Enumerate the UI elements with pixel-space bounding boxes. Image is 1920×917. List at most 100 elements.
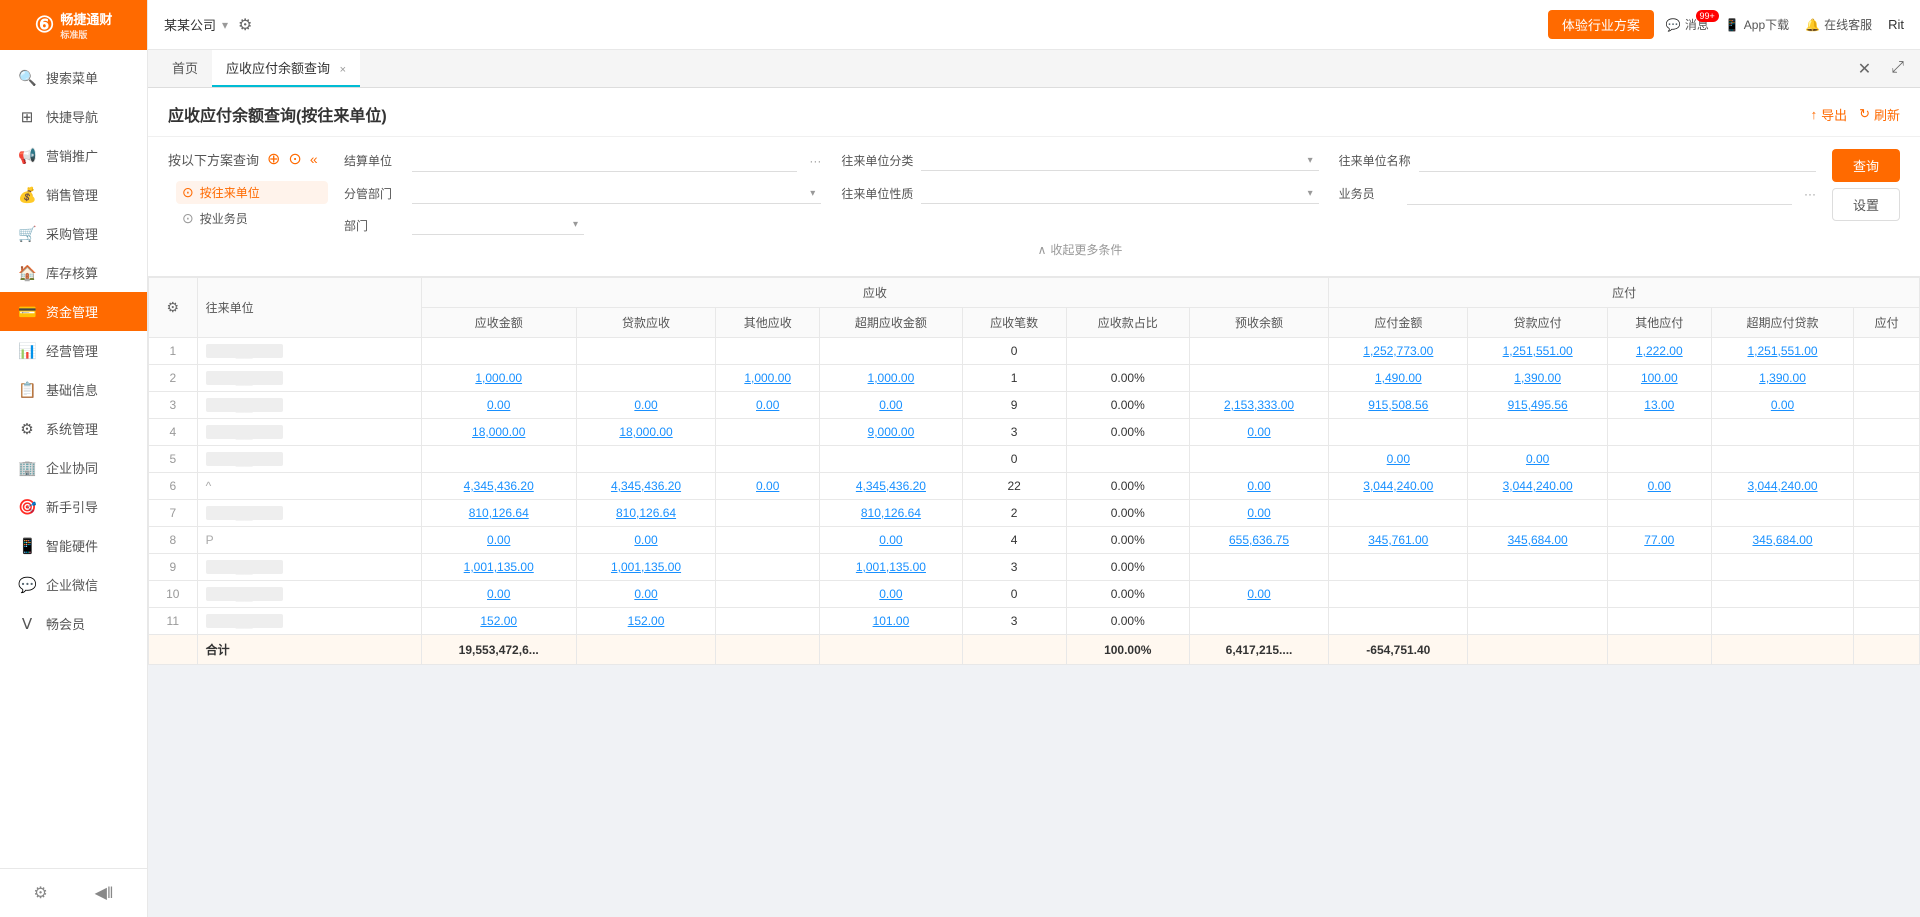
row-ar-amount[interactable]: 18,000.00 xyxy=(421,419,576,446)
table-gear-icon[interactable]: ⚙ xyxy=(167,299,180,315)
row-ap-overdue-loan[interactable]: 1,390.00 xyxy=(1711,365,1853,392)
row-ap-other[interactable]: 100.00 xyxy=(1607,365,1711,392)
row-ar-prepay[interactable]: 0.00 xyxy=(1189,473,1328,500)
row-ar-overdue[interactable]: 1,000.00 xyxy=(820,365,962,392)
row-ap-overdue-loan[interactable]: 345,684.00 xyxy=(1711,527,1853,554)
row-ap-other[interactable]: 77.00 xyxy=(1607,527,1711,554)
filter-add-icon[interactable]: ⊕ xyxy=(267,149,280,169)
export-button[interactable]: ↑ 导出 xyxy=(1811,105,1848,124)
row-ar-amount[interactable]: 810,126.64 xyxy=(421,500,576,527)
row-ar-amount[interactable]: 1,000.00 xyxy=(421,365,576,392)
header-gear-icon[interactable]: ⚙ xyxy=(234,11,256,39)
sidebar-item-member[interactable]: Ⅴ 畅会员 xyxy=(0,604,147,643)
row-ar-other[interactable]: 1,000.00 xyxy=(716,365,820,392)
row-ar-loan[interactable]: 0.00 xyxy=(576,527,715,554)
sidebar-footer-settings[interactable]: ⚙ xyxy=(29,879,51,907)
row-ar-overdue[interactable]: 0.00 xyxy=(820,527,962,554)
department-select[interactable]: ▾ xyxy=(412,215,584,235)
sidebar-item-wechat[interactable]: 💬 企业微信 xyxy=(0,565,147,604)
sidebar-item-operations[interactable]: 📊 经营管理 xyxy=(0,331,147,370)
row-ar-overdue[interactable]: 4,345,436.20 xyxy=(820,473,962,500)
row-ar-overdue[interactable]: 9,000.00 xyxy=(820,419,962,446)
salesperson-dots-icon[interactable]: ··· xyxy=(1804,187,1816,201)
sidebar-item-marketing[interactable]: 📢 营销推广 xyxy=(0,136,147,175)
query-button[interactable]: 查询 xyxy=(1832,149,1900,182)
row-ar-amount[interactable]: 0.00 xyxy=(421,527,576,554)
tab-close-icon[interactable]: × xyxy=(340,64,346,76)
row-ar-prepay[interactable]: 0.00 xyxy=(1189,581,1328,608)
row-ap-overdue-loan[interactable]: 3,044,240.00 xyxy=(1711,473,1853,500)
row-ap-loan[interactable]: 345,684.00 xyxy=(1468,527,1607,554)
row-ar-loan[interactable]: 0.00 xyxy=(576,392,715,419)
promo-button[interactable]: 体验行业方案 xyxy=(1548,10,1654,39)
row-ap-loan[interactable]: 1,251,551.00 xyxy=(1468,338,1607,365)
sidebar-item-enterprise[interactable]: 🏢 企业协同 xyxy=(0,448,147,487)
row-ar-prepay[interactable]: 0.00 xyxy=(1189,419,1328,446)
partner-category-select[interactable]: ▾ xyxy=(921,151,1318,171)
sidebar-collapse-btn[interactable]: ◀‖ xyxy=(91,879,118,907)
row-ap-amount[interactable]: 1,490.00 xyxy=(1329,365,1468,392)
tab-home[interactable]: 首页 xyxy=(158,50,212,87)
row-ar-other[interactable]: 0.00 xyxy=(716,473,820,500)
row-ar-overdue[interactable]: 0.00 xyxy=(820,581,962,608)
sidebar-item-system[interactable]: ⚙ 系统管理 xyxy=(0,409,147,448)
row-ar-loan[interactable]: 1,001,135.00 xyxy=(576,554,715,581)
row-ap-other[interactable]: 0.00 xyxy=(1607,473,1711,500)
sidebar-item-smarthw[interactable]: 📱 智能硬件 xyxy=(0,526,147,565)
settlement-input[interactable] xyxy=(412,149,797,172)
partner-nature-select[interactable]: ▾ xyxy=(921,184,1318,204)
row-ar-overdue[interactable]: 101.00 xyxy=(820,608,962,635)
tab-expand-icon[interactable]: ⤢ xyxy=(1885,57,1910,81)
row-ap-amount[interactable]: 915,508.56 xyxy=(1329,392,1468,419)
row-ar-prepay[interactable]: 0.00 xyxy=(1189,500,1328,527)
sidebar-item-quicknav[interactable]: ⊞ 快捷导航 xyxy=(0,97,147,136)
row-ap-other[interactable]: 1,222.00 xyxy=(1607,338,1711,365)
row-ap-amount[interactable]: 0.00 xyxy=(1329,446,1468,473)
tab-ar-ap-query[interactable]: 应收应付余额查询 × xyxy=(212,50,360,87)
row-ar-other[interactable]: 0.00 xyxy=(716,392,820,419)
row-ap-overdue-loan[interactable]: 1,251,551.00 xyxy=(1711,338,1853,365)
row-ar-amount[interactable]: 1,001,135.00 xyxy=(421,554,576,581)
row-ar-overdue[interactable]: 810,126.64 xyxy=(820,500,962,527)
sidebar-item-purchase[interactable]: 🛒 采购管理 xyxy=(0,214,147,253)
sidebar-item-guide[interactable]: 🎯 新手引导 xyxy=(0,487,147,526)
row-ar-overdue[interactable]: 1,001,135.00 xyxy=(820,554,962,581)
sidebar-item-finance[interactable]: 💳 资金管理 xyxy=(0,292,147,331)
row-ap-loan[interactable]: 915,495.56 xyxy=(1468,392,1607,419)
sidebar-item-basicinfo[interactable]: 📋 基础信息 xyxy=(0,370,147,409)
online-service-action[interactable]: 🔔 在线客服 xyxy=(1805,16,1872,33)
filter-option-by-salesperson[interactable]: ⊙ 按业务员 xyxy=(176,207,328,230)
row-ap-other[interactable]: 13.00 xyxy=(1607,392,1711,419)
refresh-button[interactable]: ↻ 刷新 xyxy=(1859,105,1900,124)
message-action[interactable]: 💬 消息 99+ xyxy=(1666,16,1709,33)
user-info[interactable]: Rit xyxy=(1888,17,1904,32)
filter-settings-icon[interactable]: ⊙ xyxy=(288,149,301,169)
salesperson-input[interactable] xyxy=(1407,182,1792,205)
row-ar-loan[interactable]: 810,126.64 xyxy=(576,500,715,527)
row-ar-loan[interactable]: 18,000.00 xyxy=(576,419,715,446)
row-ar-loan[interactable]: 0.00 xyxy=(576,581,715,608)
filter-collapse-bar[interactable]: ∧ 收起更多条件 xyxy=(344,235,1816,264)
app-download-action[interactable]: 📱 App下载 xyxy=(1725,16,1789,33)
row-ap-amount[interactable]: 1,252,773.00 xyxy=(1329,338,1468,365)
row-ap-loan[interactable]: 3,044,240.00 xyxy=(1468,473,1607,500)
tab-close-window-icon[interactable]: ✕ xyxy=(1852,57,1877,81)
filter-option-by-partner[interactable]: ⊙ 按往来单位 xyxy=(176,181,328,204)
row-ar-overdue[interactable]: 0.00 xyxy=(820,392,962,419)
sidebar-item-search[interactable]: 🔍 搜索菜单 xyxy=(0,58,147,97)
row-ap-amount[interactable]: 3,044,240.00 xyxy=(1329,473,1468,500)
partner-name-input[interactable] xyxy=(1419,149,1816,172)
row-ar-loan[interactable]: 4,345,436.20 xyxy=(576,473,715,500)
row-ar-amount[interactable]: 152.00 xyxy=(421,608,576,635)
row-ar-amount[interactable]: 0.00 xyxy=(421,581,576,608)
row-ap-loan[interactable]: 1,390.00 xyxy=(1468,365,1607,392)
sidebar-item-sales[interactable]: 💰 销售管理 xyxy=(0,175,147,214)
row-ap-loan[interactable]: 0.00 xyxy=(1468,446,1607,473)
dept-select[interactable]: ▾ xyxy=(412,184,821,204)
row-ar-prepay[interactable]: 655,636.75 xyxy=(1189,527,1328,554)
filter-collapse-icon[interactable]: « xyxy=(310,151,318,167)
settings-button[interactable]: 设置 xyxy=(1832,188,1900,221)
row-ar-amount[interactable]: 0.00 xyxy=(421,392,576,419)
row-ar-prepay[interactable]: 2,153,333.00 xyxy=(1189,392,1328,419)
row-ap-overdue-loan[interactable]: 0.00 xyxy=(1711,392,1853,419)
